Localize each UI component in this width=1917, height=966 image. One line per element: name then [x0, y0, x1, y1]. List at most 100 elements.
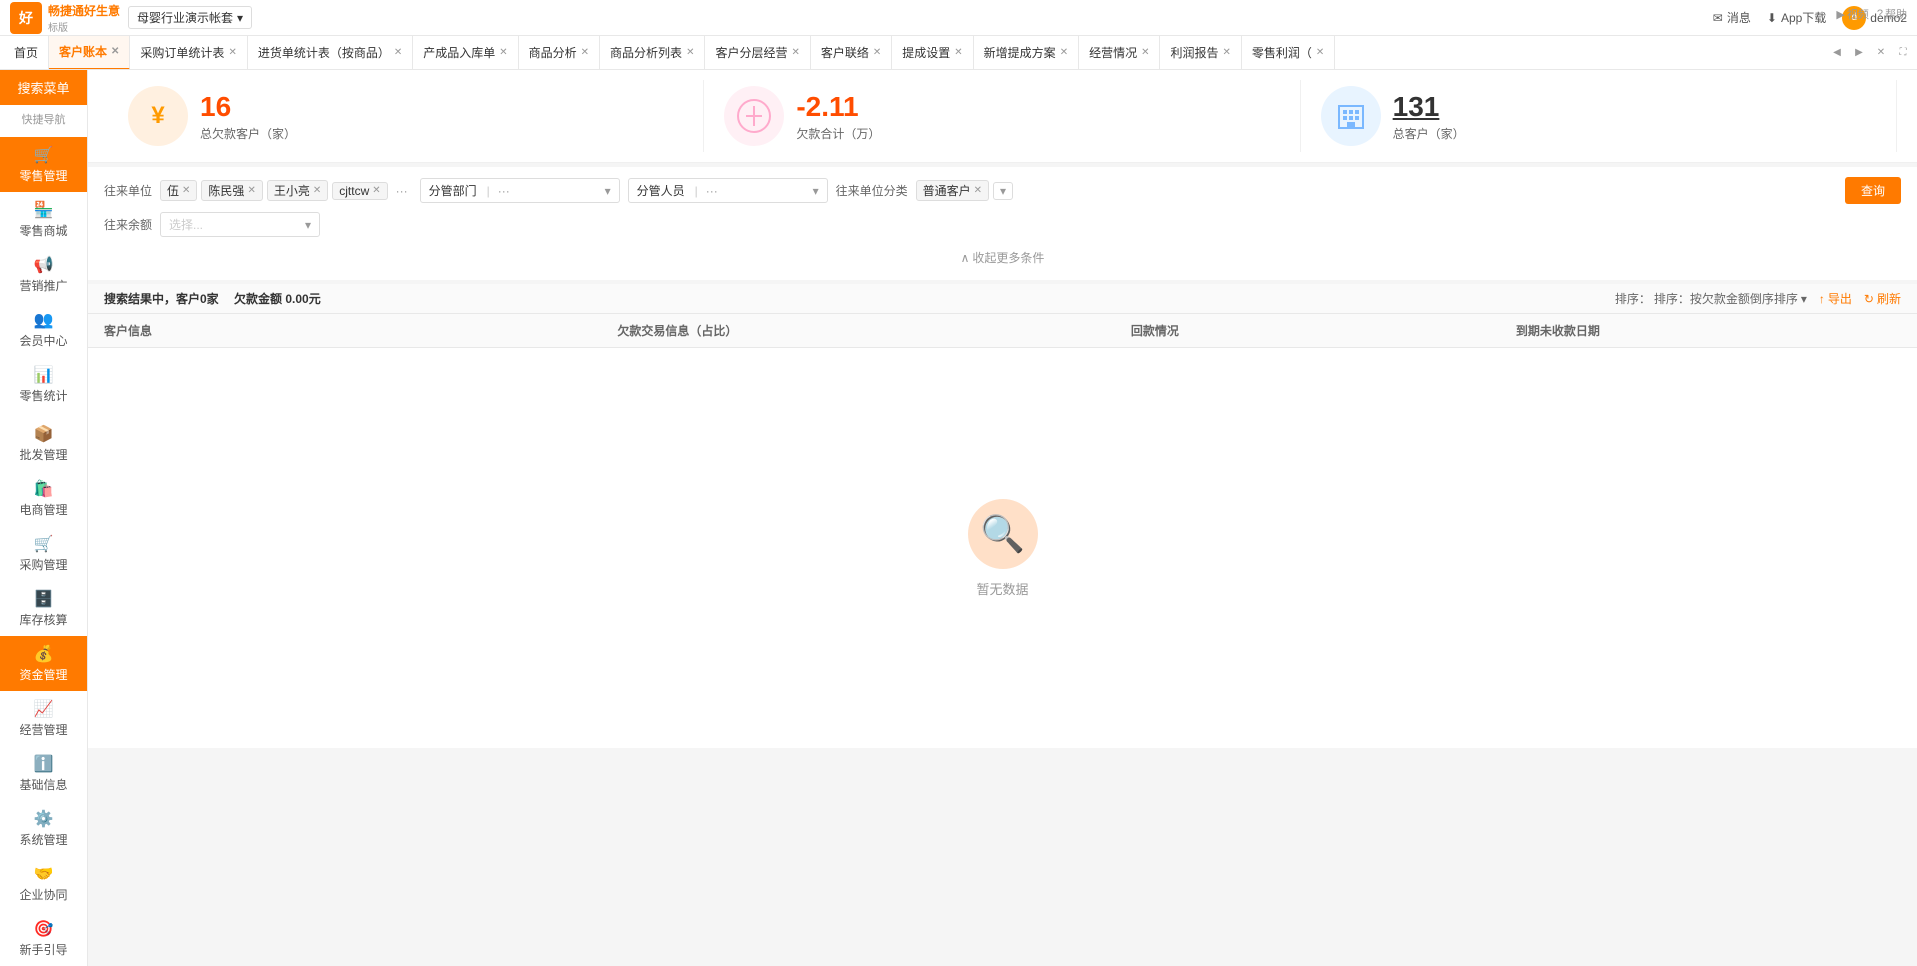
sidebar-item-batch[interactable]: 📦 批发管理	[0, 416, 87, 471]
tag-wu-close[interactable]: ✕	[182, 185, 190, 196]
sidebar: 搜索菜单 快捷导航 🛒 零售管理 🏪 零售商城 📢 营销推广 👥 会员中心 📊 …	[0, 70, 88, 966]
sidebar-item-ops[interactable]: 📈 经营管理	[0, 691, 87, 746]
dept-more[interactable]: ···	[494, 183, 514, 199]
debt-icon-circle	[724, 86, 784, 146]
sidebar-item-marketing[interactable]: 📢 营销推广	[0, 247, 87, 302]
filter-more-tags[interactable]: ···	[392, 183, 412, 199]
sidebar-item-enterprise[interactable]: 🤝 企业协同	[0, 856, 87, 911]
yuan-icon: ¥	[151, 102, 164, 130]
debt-icon-svg	[736, 98, 772, 134]
close-tab-analysis-list[interactable]: ✕	[686, 47, 694, 58]
nav-fullscreen-btn[interactable]: ⛶	[1893, 43, 1913, 63]
tag-wang[interactable]: 王小亮 ✕	[267, 180, 328, 201]
sidebar-item-finance[interactable]: 💰 资金管理	[0, 636, 87, 691]
tab-product-inbound[interactable]: 产成品入库单 ✕	[413, 36, 518, 70]
col-repay: 回款情况	[1131, 322, 1516, 339]
nav-prev-btn[interactable]: ◀	[1827, 43, 1847, 63]
person-more[interactable]: ···	[702, 183, 722, 199]
close-tab-analysis[interactable]: ✕	[581, 47, 589, 58]
sidebar-item-ecommerce[interactable]: 🛍️ 电商管理	[0, 471, 87, 526]
close-tab-product[interactable]: ✕	[499, 47, 507, 58]
tag-cjttcw-close[interactable]: ✕	[372, 185, 380, 196]
filter-row-2: 往来余额 选择... ▾	[104, 212, 1901, 237]
sort-select[interactable]: 排序： 排序：按欠款金额倒序排序 ▾	[1615, 290, 1807, 307]
dept-filter[interactable]: 分管部门 | ··· ▾	[420, 178, 620, 203]
close-tab-reminder[interactable]: ✕	[954, 47, 962, 58]
sys-icon: ⚙️	[34, 809, 54, 829]
stats-icon: 📊	[34, 365, 54, 385]
sidebar-item-newbie[interactable]: 🎯 新手引导	[0, 911, 87, 966]
tab-analysis-list[interactable]: 商品分析列表 ✕	[600, 36, 705, 70]
close-tab-tier[interactable]: ✕	[791, 47, 799, 58]
tab-customer-contact[interactable]: 客户联络 ✕	[811, 36, 892, 70]
nav-next-btn[interactable]: ▶	[1849, 43, 1869, 63]
close-tab-plan[interactable]: ✕	[1060, 47, 1068, 58]
quick-nav[interactable]: 快捷导航	[0, 105, 87, 133]
tab-profit[interactable]: 利润报告 ✕	[1160, 36, 1241, 70]
retail-icon: 🛒	[34, 145, 54, 165]
balance-arrow: ▾	[305, 218, 311, 232]
sidebar-item-basic[interactable]: ℹ️ 基础信息	[0, 746, 87, 801]
tab-retail-profit[interactable]: 零售利润（ ✕	[1242, 36, 1335, 70]
tag-wu[interactable]: 伍 ✕	[160, 180, 197, 201]
stat-clients-info: 131 总客户（家）	[1393, 90, 1465, 143]
tag-wang-close[interactable]: ✕	[313, 185, 321, 196]
close-tab-customer-account[interactable]: ✕	[111, 46, 119, 57]
query-button[interactable]: 查询	[1845, 177, 1901, 204]
close-tab-ops[interactable]: ✕	[1141, 47, 1149, 58]
ecommerce-icon: 🛍️	[34, 479, 54, 499]
tab-new-plan[interactable]: 新增提成方案 ✕	[974, 36, 1079, 70]
unit-class-dropdown[interactable]: ▾	[993, 182, 1013, 200]
close-tab-profit[interactable]: ✕	[1223, 47, 1231, 58]
sidebar-item-retail-mgmt[interactable]: 🛒 零售管理	[0, 137, 87, 192]
tag-cjttcw[interactable]: cjttcw ✕	[332, 182, 387, 200]
export-button[interactable]: ↑ 导出	[1819, 290, 1852, 307]
filter-row-1: 往来单位 伍 ✕ 陈民强 ✕ 王小亮 ✕ cjttcw	[104, 177, 1901, 204]
main-layout: 搜索菜单 快捷导航 🛒 零售管理 🏪 零售商城 📢 营销推广 👥 会员中心 📊 …	[0, 70, 1917, 966]
tab-product-analysis[interactable]: 商品分析 ✕	[519, 36, 600, 70]
demo-selector[interactable]: 母婴行业演示帐套 ▾	[128, 6, 252, 29]
ops-icon: 📈	[34, 699, 54, 719]
nav-close-all-btn[interactable]: ✕	[1871, 43, 1891, 63]
balance-filter[interactable]: 选择... ▾	[160, 212, 320, 237]
sidebar-item-purchase[interactable]: 🛒 采购管理	[0, 526, 87, 581]
collapse-button[interactable]: ∧ 收起更多条件	[961, 249, 1045, 266]
tag-normal-close[interactable]: ✕	[974, 185, 982, 196]
col-debt-info: 欠款交易信息（占比）	[617, 322, 1130, 339]
stat-clients-value: 131	[1393, 90, 1465, 124]
message-btn[interactable]: ✉ 消息	[1713, 9, 1751, 26]
close-tab-contact[interactable]: ✕	[873, 47, 881, 58]
person-filter[interactable]: 分管人员 | ··· ▾	[628, 178, 828, 203]
tab-customer-tier[interactable]: 客户分层经营 ✕	[705, 36, 810, 70]
sidebar-item-retail-mall[interactable]: 🏪 零售商城	[0, 192, 87, 247]
chevron-down-icon: ▾	[237, 11, 243, 25]
tab-inbound-stats[interactable]: 进货单统计表（按商品） ✕	[248, 36, 413, 70]
tag-chen[interactable]: 陈民强 ✕	[201, 180, 262, 201]
sidebar-search[interactable]: 搜索菜单	[0, 70, 87, 105]
close-tab-inbound[interactable]: ✕	[394, 47, 402, 58]
results-actions: 排序： 排序：按欠款金额倒序排序 ▾ ↑ 导出 ↻ 刷新	[1615, 290, 1901, 307]
tag-normal-customer[interactable]: 普通客户 ✕	[916, 180, 989, 201]
tab-ops[interactable]: 经营情况 ✕	[1079, 36, 1160, 70]
tab-customer-account[interactable]: 客户账本 ✕	[49, 36, 130, 70]
tab-reminder[interactable]: 提成设置 ✕	[892, 36, 973, 70]
customers-icon-circle: ¥	[128, 86, 188, 146]
stat-debt-label: 欠款合计（万）	[796, 125, 880, 142]
table-header: 客户信息 欠款交易信息（占比） 回款情况 到期未收款日期	[88, 314, 1917, 348]
download-icon: ⬇	[1767, 11, 1777, 25]
data-table: 客户信息 欠款交易信息（占比） 回款情况 到期未收款日期 🔍 暂无数据	[88, 314, 1917, 748]
dept-arrow: ▾	[605, 184, 611, 198]
balance-filter-label: 往来余额	[104, 216, 152, 233]
sidebar-item-inventory[interactable]: 🗄️ 库存核算	[0, 581, 87, 636]
tag-chen-close[interactable]: ✕	[247, 185, 255, 196]
building-icon	[1331, 96, 1371, 136]
close-tab-purchase[interactable]: ✕	[228, 47, 236, 58]
sidebar-item-member[interactable]: 👥 会员中心	[0, 302, 87, 357]
sidebar-item-sys[interactable]: ⚙️ 系统管理	[0, 801, 87, 856]
sidebar-item-retail-stats[interactable]: 📊 零售统计	[0, 357, 87, 412]
refresh-button[interactable]: ↻ 刷新	[1864, 290, 1901, 307]
tab-home[interactable]: 首页	[4, 36, 49, 70]
tab-purchase-order[interactable]: 采购订单统计表 ✕	[130, 36, 247, 70]
app-download-btn[interactable]: ⬇ App下载	[1767, 9, 1826, 26]
close-tab-retail[interactable]: ✕	[1316, 47, 1324, 58]
